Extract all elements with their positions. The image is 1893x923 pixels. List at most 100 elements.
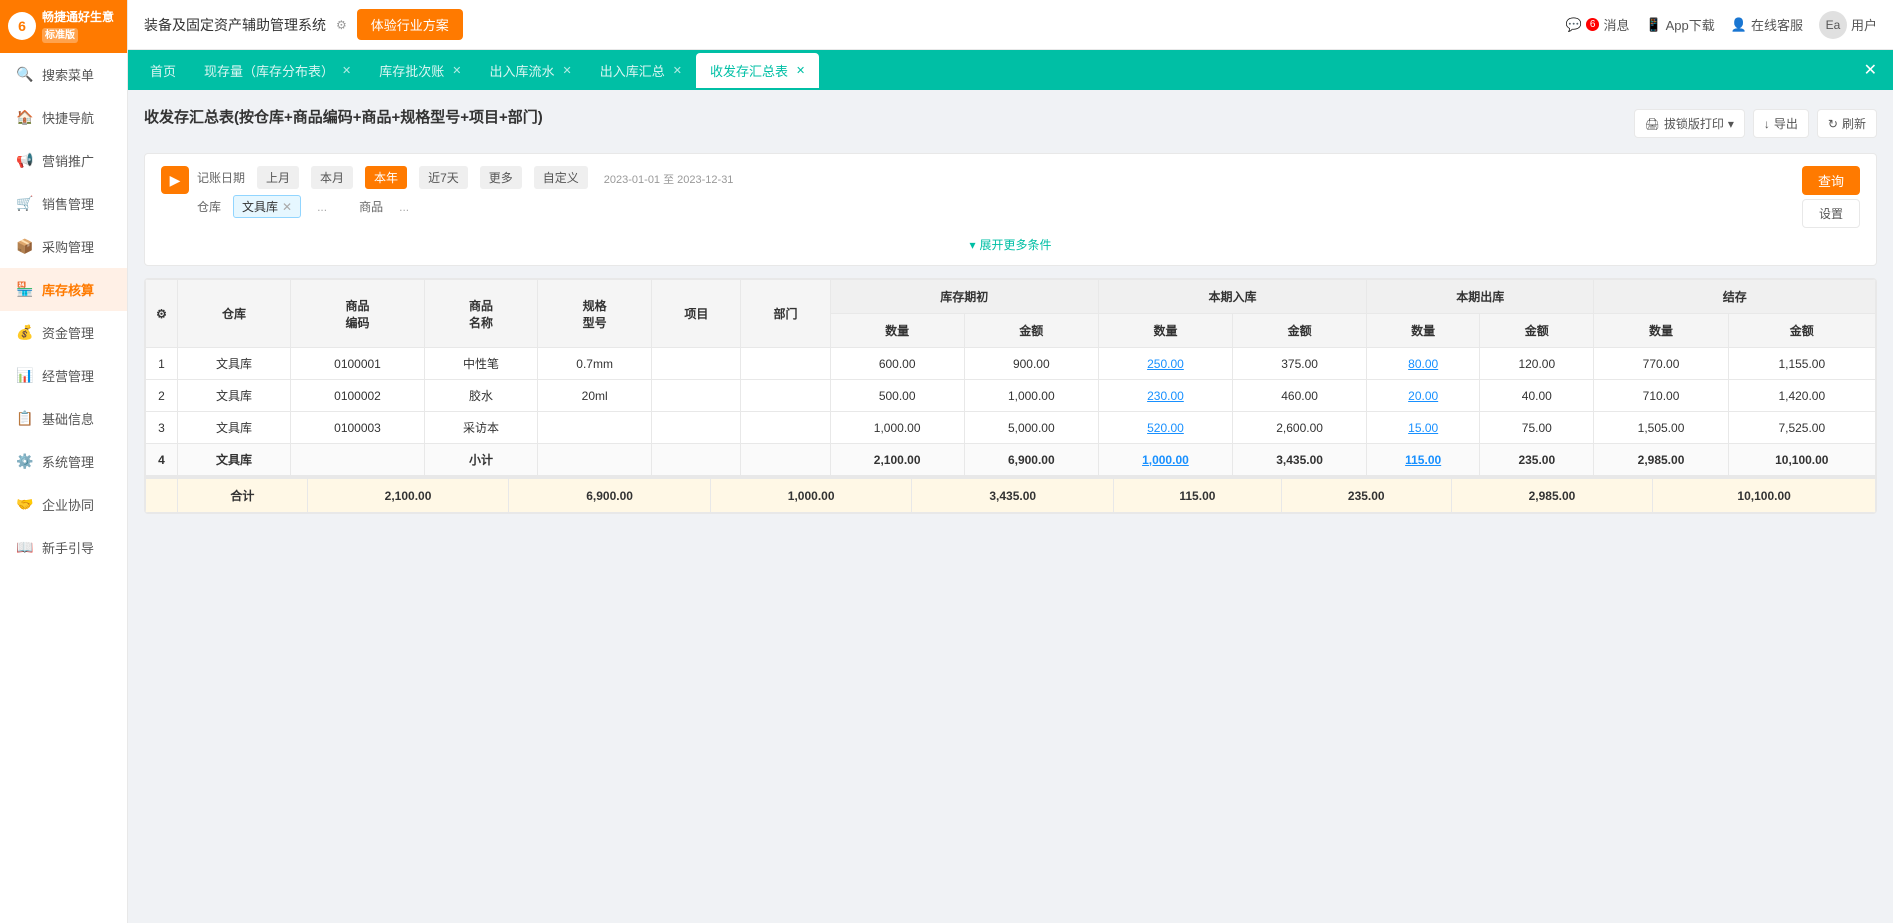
- sidebar-item-inventory[interactable]: 🏪 库存核算: [0, 268, 127, 311]
- cell-goods-name: 小计: [425, 444, 538, 476]
- cell-in-qty[interactable]: 230.00: [1098, 380, 1232, 412]
- avatar: Ea: [1819, 11, 1847, 39]
- footer-opening-qty: 2,100.00: [307, 479, 509, 513]
- sidebar-item-label: 系统管理: [42, 452, 94, 471]
- print-btn[interactable]: 🖨 拔锁版打印 ▾: [1634, 109, 1745, 138]
- cell-goods-spec: 0.7mm: [538, 348, 652, 380]
- cell-in-amt: 460.00: [1233, 380, 1367, 412]
- cell-project: [652, 380, 741, 412]
- cell-warehouse: 文具库: [178, 348, 291, 380]
- footer-closing-amt: 10,100.00: [1653, 479, 1876, 513]
- tab-io-flow[interactable]: 出入库流水 ✕: [475, 53, 585, 88]
- cell-out-qty[interactable]: 115.00: [1367, 444, 1480, 476]
- sidebar-item-newbie[interactable]: 📖 新手引导: [0, 526, 127, 569]
- sys-icon: ⚙️: [16, 453, 34, 470]
- sidebar-item-sys[interactable]: ⚙️ 系统管理: [0, 440, 127, 483]
- online-service-btn[interactable]: 👤 在线客服: [1731, 15, 1803, 34]
- system-title: 装备及固定资产辅助管理系统: [144, 15, 326, 35]
- app-download-btn[interactable]: 📱 App下载: [1645, 15, 1714, 34]
- tab-batch-ledger[interactable]: 库存批次账 ✕: [365, 53, 475, 88]
- tab-bar: 首页 现存量（库存分布表） ✕ 库存批次账 ✕ 出入库流水 ✕ 出入库汇总 ✕ …: [128, 50, 1893, 90]
- tab-stock-dist[interactable]: 现存量（库存分布表） ✕: [190, 53, 365, 88]
- sidebar-item-ops[interactable]: 📊 经营管理: [0, 354, 127, 397]
- cell-closing-amt: 1,420.00: [1728, 380, 1875, 412]
- tab-close-batch-ledger[interactable]: ✕: [452, 64, 461, 77]
- tab-close-recv-send[interactable]: ✕: [796, 64, 805, 77]
- logo-icon: 6: [8, 12, 36, 40]
- cell-out-amt: 235.00: [1480, 444, 1594, 476]
- search-icon: 🔍: [16, 66, 34, 83]
- date-this-year-btn[interactable]: 本年: [365, 166, 407, 189]
- tab-io-summary[interactable]: 出入库汇总 ✕: [586, 53, 696, 88]
- warehouse-more-btn[interactable]: ...: [313, 200, 331, 214]
- tab-bar-close-btn[interactable]: ✕: [1856, 60, 1885, 80]
- main-wrapper: 装备及固定资产辅助管理系统 ⚙ 体验行业方案 💬 6 消息 📱 App下载 👤 …: [128, 0, 1893, 923]
- expand-more-btn[interactable]: ▾ 展开更多条件: [969, 236, 1051, 253]
- cell-in-qty[interactable]: 1,000.00: [1098, 444, 1232, 476]
- cell-seq: 1: [146, 348, 178, 380]
- cell-out-qty[interactable]: 80.00: [1367, 348, 1480, 380]
- cell-project: [652, 444, 741, 476]
- sidebar-item-marketing[interactable]: 📢 营销推广: [0, 139, 127, 182]
- col-settings[interactable]: ⚙: [146, 280, 178, 348]
- logo: 6 畅捷通好生意 标准版: [0, 0, 127, 53]
- sidebar-item-search[interactable]: 🔍 搜索菜单: [0, 53, 127, 96]
- sidebar-item-finance[interactable]: 💰 资金管理: [0, 311, 127, 354]
- tab-close-stock-dist[interactable]: ✕: [342, 64, 351, 77]
- tab-recv-send-summary[interactable]: 收发存汇总表 ✕: [696, 53, 819, 88]
- table-row: 3文具库0100003采访本1,000.005,000.00520.002,60…: [146, 412, 1876, 444]
- cell-in-qty[interactable]: 520.00: [1098, 412, 1232, 444]
- cell-closing-qty: 710.00: [1594, 380, 1728, 412]
- cell-closing-qty: 1,505.00: [1594, 412, 1728, 444]
- col-closing-qty: 数量: [1594, 314, 1728, 348]
- tab-close-io-summary[interactable]: ✕: [673, 64, 682, 77]
- footer-closing-qty: 2,985.00: [1451, 479, 1653, 513]
- tab-close-io-flow[interactable]: ✕: [563, 64, 572, 77]
- cell-department: [741, 444, 830, 476]
- query-btn[interactable]: 查询: [1802, 166, 1860, 195]
- cell-out-qty[interactable]: 20.00: [1367, 380, 1480, 412]
- col-goods-spec: 规格型号: [538, 280, 652, 348]
- col-warehouse: 仓库: [178, 280, 291, 348]
- sidebar-item-label: 基础信息: [42, 409, 94, 428]
- user-menu-btn[interactable]: Ea 用户: [1819, 11, 1877, 39]
- corp-icon: 🤝: [16, 496, 34, 513]
- sidebar-item-corp[interactable]: 🤝 企业协同: [0, 483, 127, 526]
- sidebar-item-quick-nav[interactable]: 🏠 快捷导航: [0, 96, 127, 139]
- cell-goods-code: 0100003: [290, 412, 424, 444]
- goods-more-btn[interactable]: ...: [395, 200, 413, 214]
- refresh-btn[interactable]: ↻ 刷新: [1817, 109, 1877, 138]
- service-icon: 👤: [1731, 17, 1747, 33]
- sidebar-item-base-info[interactable]: 📋 基础信息: [0, 397, 127, 440]
- warehouse-tag-close[interactable]: ✕: [282, 200, 292, 214]
- date-custom-btn[interactable]: 自定义: [534, 166, 588, 189]
- cell-in-amt: 3,435.00: [1233, 444, 1367, 476]
- date-this-month-btn[interactable]: 本月: [311, 166, 353, 189]
- purchase-icon: 📦: [16, 238, 34, 255]
- notifications-btn[interactable]: 💬 6 消息: [1566, 15, 1630, 34]
- settings-btn[interactable]: 设置: [1802, 199, 1860, 228]
- sidebar-item-purchase[interactable]: 📦 采购管理: [0, 225, 127, 268]
- col-opening-amt: 金额: [964, 314, 1098, 348]
- table-row: 2文具库0100002胶水20ml500.001,000.00230.00460…: [146, 380, 1876, 412]
- export-btn[interactable]: ↓ 导出: [1753, 109, 1809, 138]
- date-prev-month-btn[interactable]: 上月: [257, 166, 299, 189]
- cell-in-qty[interactable]: 250.00: [1098, 348, 1232, 380]
- trial-btn[interactable]: 体验行业方案: [357, 9, 463, 40]
- table-row: 4文具库小计2,100.006,900.001,000.003,435.0011…: [146, 444, 1876, 476]
- cell-out-qty[interactable]: 15.00: [1367, 412, 1480, 444]
- cell-closing-qty: 770.00: [1594, 348, 1728, 380]
- filter-toggle-btn[interactable]: ▶: [161, 166, 189, 194]
- cell-goods-code: [290, 444, 424, 476]
- cell-closing-amt: 10,100.00: [1728, 444, 1875, 476]
- warehouse-filter-tag[interactable]: 文具库 ✕: [233, 195, 301, 218]
- sidebar-item-sales[interactable]: 🛒 销售管理: [0, 182, 127, 225]
- cell-opening-qty: 2,100.00: [830, 444, 964, 476]
- tab-home[interactable]: 首页: [136, 53, 190, 88]
- table-row: 1文具库0100001中性笔0.7mm600.00900.00250.00375…: [146, 348, 1876, 380]
- date-more-btn[interactable]: 更多: [480, 166, 522, 189]
- settings-icon[interactable]: ⚙: [336, 18, 347, 32]
- col-opening-qty: 数量: [830, 314, 964, 348]
- cell-out-amt: 40.00: [1480, 380, 1594, 412]
- date-7days-btn[interactable]: 近7天: [419, 166, 468, 189]
